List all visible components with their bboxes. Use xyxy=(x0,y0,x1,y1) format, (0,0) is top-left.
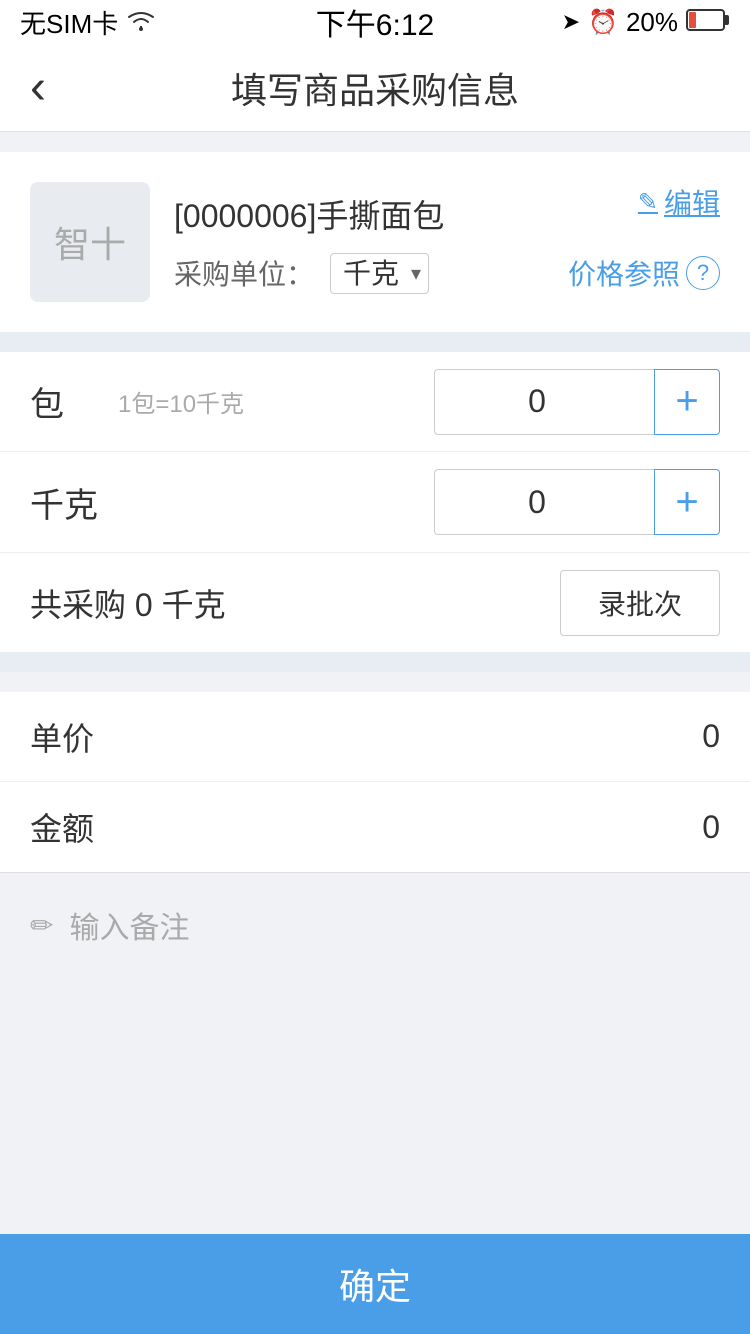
nav-bar: ‹ 填写商品采购信息 xyxy=(0,44,750,132)
status-left: 无SIM卡 xyxy=(20,4,156,41)
product-image: 智十 xyxy=(30,182,150,302)
edit-pencil-icon: ✎ xyxy=(638,188,658,217)
battery-text: 20% xyxy=(626,7,678,38)
product-logo: 智十 xyxy=(54,216,126,268)
wifi-icon xyxy=(126,7,156,38)
battery-icon xyxy=(686,7,730,38)
location-icon: ➤ xyxy=(562,9,580,35)
kg-label: 千克 xyxy=(30,478,110,527)
amount-row: 金额 0 xyxy=(0,782,750,872)
page-title: 填写商品采购信息 xyxy=(231,62,519,114)
amount-label: 金额 xyxy=(30,804,94,850)
status-time: 下午6:12 xyxy=(316,9,434,42)
status-bar: 无SIM卡 下午6:12 ➤ ⏰ 20% xyxy=(0,0,750,44)
carrier-text: 无SIM卡 xyxy=(20,4,118,41)
bao-sublabel: 1包=10千克 xyxy=(118,384,244,419)
quantity-section: 包 1包=10千克 + 千克 + xyxy=(0,352,750,552)
remark-placeholder: 输入备注 xyxy=(69,903,189,947)
unit-price-label: 单价 xyxy=(30,714,94,760)
question-icon: ? xyxy=(686,256,720,290)
bottom-space xyxy=(0,977,750,1234)
amount-value: 0 xyxy=(702,809,720,846)
product-unit-row: 采购单位： 千克 ▾ 价格参照 ? xyxy=(174,253,720,294)
price-ref-link[interactable]: 价格参照 ? xyxy=(568,253,720,293)
price-section: 单价 0 金额 0 xyxy=(0,692,750,872)
remark-pencil-icon: ✏ xyxy=(30,909,53,942)
unit-price-row: 单价 0 xyxy=(0,692,750,782)
unit-select-wrapper[interactable]: 千克 ▾ xyxy=(330,253,429,294)
kg-input[interactable] xyxy=(434,469,654,535)
bao-input[interactable] xyxy=(434,369,654,435)
summary-row: 共采购 0 千克 录批次 xyxy=(0,552,750,652)
back-button[interactable]: ‹ xyxy=(30,64,46,112)
bao-input-wrapper: + xyxy=(434,369,720,435)
kg-input-wrapper: + xyxy=(434,469,720,535)
alarm-icon: ⏰ xyxy=(588,8,618,37)
bao-input-row: 包 1包=10千克 + xyxy=(0,352,750,452)
unit-select[interactable]: 千克 xyxy=(330,253,429,294)
unit-price-value: 0 xyxy=(702,718,720,755)
edit-link[interactable]: ✎ 编辑 xyxy=(638,182,720,222)
bao-plus-button[interactable]: + xyxy=(654,369,720,435)
product-card: 智十 [0000006]手撕面包 采购单位： 千克 ▾ 价格参照 ? ✎ xyxy=(0,152,750,332)
kg-plus-button[interactable]: + xyxy=(654,469,720,535)
bao-label: 包 xyxy=(30,377,110,426)
status-right: ➤ ⏰ 20% xyxy=(562,7,730,38)
separator-2 xyxy=(0,652,750,672)
separator-1 xyxy=(0,332,750,352)
confirm-button[interactable]: 确定 xyxy=(0,1234,750,1334)
unit-label: 采购单位： xyxy=(174,253,314,293)
record-batch-button[interactable]: 录批次 xyxy=(560,570,720,636)
kg-input-row: 千克 + xyxy=(0,452,750,552)
summary-text: 共采购 0 千克 xyxy=(30,580,226,626)
remark-section[interactable]: ✏ 输入备注 xyxy=(0,872,750,977)
